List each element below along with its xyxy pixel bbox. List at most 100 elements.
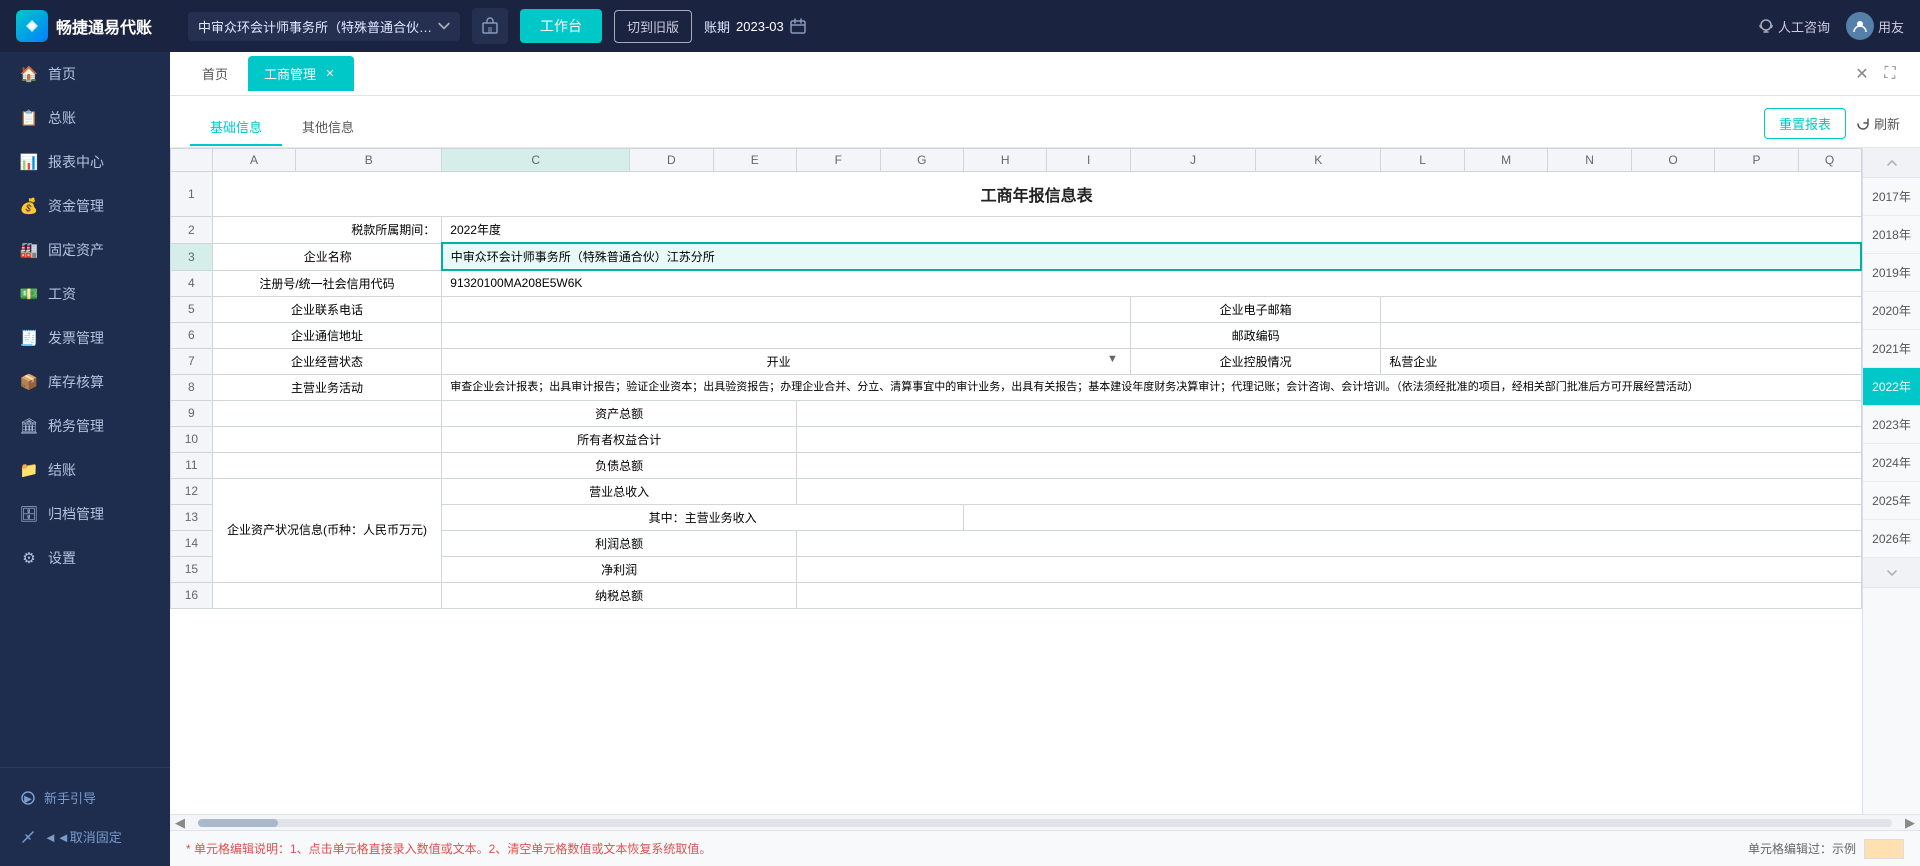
col-header-g[interactable]: G <box>880 149 963 172</box>
new-guide-button[interactable]: ▶ 新手引导 <box>0 778 170 817</box>
edit-hint: * 单元格编辑说明：1、点击单元格直接录入数值或文本。2、清空单元格数值或文本恢… <box>186 840 711 857</box>
col-header-a[interactable]: A <box>212 149 295 172</box>
sidebar: 🏠 首页 📋 总账 📊 报表中心 💰 资金管理 🏭 固定资产 💵 工资 🧾 发票… <box>0 52 170 866</box>
cell-11-value[interactable] <box>797 452 1861 478</box>
col-header-d[interactable]: D <box>630 149 713 172</box>
col-header-q[interactable]: Q <box>1798 149 1861 172</box>
headset-icon <box>1758 18 1774 34</box>
sidebar-item-invoice[interactable]: 🧾 发票管理 <box>0 316 170 360</box>
expand-window-button[interactable]: ⛶ <box>1876 60 1904 88</box>
cell-2-ab: 税款所属期间： <box>212 217 442 244</box>
row-num-11: 11 <box>171 452 213 478</box>
cell-4-value[interactable]: 91320100MA208E5W6K <box>442 270 1861 296</box>
col-header-m[interactable]: M <box>1464 149 1547 172</box>
cell-6-zip[interactable] <box>1381 322 1861 348</box>
spreadsheet-main[interactable]: A B C D E F G H I J <box>170 148 1862 814</box>
scroll-thumb[interactable] <box>198 819 278 827</box>
col-header-h[interactable]: H <box>963 149 1046 172</box>
cell-10-value[interactable] <box>797 426 1861 452</box>
col-header-o[interactable]: O <box>1631 149 1714 172</box>
subtab-basic-info[interactable]: 基础信息 <box>190 109 282 146</box>
user-menu[interactable]: 用友 <box>1846 12 1904 40</box>
year-item-2019年[interactable]: 2019年 <box>1863 254 1920 292</box>
col-header-p[interactable]: P <box>1715 149 1798 172</box>
year-item-2020年[interactable]: 2020年 <box>1863 292 1920 330</box>
unpin-button[interactable]: ◄◄取消固定 <box>0 817 170 856</box>
col-header-l[interactable]: L <box>1381 149 1464 172</box>
cell-12-value[interactable] <box>797 478 1861 504</box>
sidebar-item-label: 首页 <box>48 64 76 84</box>
col-header-n[interactable]: N <box>1548 149 1631 172</box>
app-name: 畅捷通易代账 <box>56 14 152 38</box>
horizontal-scrollbar[interactable]: ◀ ▶ <box>170 814 1920 830</box>
row-num-8: 8 <box>171 374 213 400</box>
col-header-k[interactable]: K <box>1256 149 1381 172</box>
table-row: 11 负债总额 <box>171 452 1862 478</box>
company-icon-button[interactable] <box>472 8 508 44</box>
scroll-right-button[interactable]: ▶ <box>1900 815 1920 831</box>
service-button[interactable]: 人工咨询 <box>1758 17 1830 36</box>
cell-9-value[interactable] <box>797 400 1861 426</box>
col-header-f[interactable]: F <box>797 149 880 172</box>
year-item-2025年[interactable]: 2025年 <box>1863 482 1920 520</box>
col-header-c[interactable]: C <box>442 149 630 172</box>
sidebar-item-archive[interactable]: 🗄 归档管理 <box>0 492 170 536</box>
tab-close-icon[interactable]: ✕ <box>322 66 338 82</box>
cell-5-email[interactable] <box>1381 296 1861 322</box>
cell-15-value[interactable] <box>797 556 1861 582</box>
sidebar-item-fund-management[interactable]: 💰 资金管理 <box>0 184 170 228</box>
col-header-i[interactable]: I <box>1047 149 1130 172</box>
company-selector[interactable]: 中审众环会计师事务所（特殊普通合伙… <box>188 12 460 41</box>
sidebar-item-fixed-assets[interactable]: 🏭 固定资产 <box>0 228 170 272</box>
sidebar-item-report-center[interactable]: 📊 报表中心 <box>0 140 170 184</box>
year-down-button[interactable] <box>1863 558 1920 588</box>
subtab-other-info[interactable]: 其他信息 <box>282 109 374 146</box>
sidebar-item-home[interactable]: 🏠 首页 <box>0 52 170 96</box>
sidebar-item-general-ledger[interactable]: 📋 总账 <box>0 96 170 140</box>
sidebar-item-tax[interactable]: 🏛 税务管理 <box>0 404 170 448</box>
spreadsheet-table: A B C D E F G H I J <box>170 148 1862 609</box>
sidebar-item-label: 税务管理 <box>48 416 104 436</box>
year-item-2022年[interactable]: 2022年 <box>1863 368 1920 406</box>
sidebar-item-closing[interactable]: 📁 结账 <box>0 448 170 492</box>
cell-6-addr[interactable] <box>442 322 1131 348</box>
table-title-cell[interactable]: 工商年报信息表 <box>212 172 1861 217</box>
cell-7-status[interactable]: 开业 ▼ <box>442 348 1131 374</box>
year-list: 2017年2018年2019年2020年2021年2022年2023年2024年… <box>1863 178 1920 558</box>
tab-home[interactable]: 首页 <box>186 56 244 91</box>
close-window-button[interactable]: ✕ <box>1848 60 1876 88</box>
col-header-e[interactable]: E <box>713 149 796 172</box>
page-content: 基础信息 其他信息 重置报表 刷新 <box>170 96 1920 866</box>
scroll-left-button[interactable]: ◀ <box>170 815 190 831</box>
cell-5-phone[interactable] <box>442 296 1131 322</box>
sidebar-item-settings[interactable]: ⚙ 设置 <box>0 536 170 580</box>
year-item-2018年[interactable]: 2018年 <box>1863 216 1920 254</box>
year-item-2023年[interactable]: 2023年 <box>1863 406 1920 444</box>
year-item-2026年[interactable]: 2026年 <box>1863 520 1920 558</box>
workbench-button[interactable]: 工作台 <box>520 9 602 43</box>
reset-button[interactable]: 重置报表 <box>1764 108 1846 139</box>
year-up-button[interactable] <box>1863 148 1920 178</box>
cell-3-value[interactable]: 中审众环会计师事务所（特殊普通合伙）江苏分所 <box>442 243 1861 270</box>
cell-8-value[interactable]: 审查企业会计报表；出具审计报告；验证企业资本；出具验资报告；办理企业合并、分立、… <box>442 374 1861 400</box>
sidebar-item-payroll[interactable]: 💵 工资 <box>0 272 170 316</box>
sidebar-item-inventory[interactable]: 📦 库存核算 <box>0 360 170 404</box>
refresh-button[interactable]: 刷新 <box>1856 108 1900 139</box>
tab-biz-management[interactable]: 工商管理 ✕ <box>248 56 354 91</box>
period-selector[interactable]: 账期 2023-03 <box>704 17 806 36</box>
scroll-track[interactable] <box>198 819 1892 827</box>
col-header-j[interactable]: J <box>1130 149 1255 172</box>
cell-7-control[interactable]: 私营企业 <box>1381 348 1861 374</box>
year-item-2024年[interactable]: 2024年 <box>1863 444 1920 482</box>
cell-14-value[interactable] <box>797 530 1861 556</box>
row-num-10: 10 <box>171 426 213 452</box>
win-controls: ✕ ⛶ <box>1848 60 1904 88</box>
year-item-2017年[interactable]: 2017年 <box>1863 178 1920 216</box>
year-item-2021年[interactable]: 2021年 <box>1863 330 1920 368</box>
cell-16-value[interactable] <box>797 582 1861 608</box>
cell-2-c[interactable]: 2022年度 <box>442 217 1861 244</box>
col-header-b[interactable]: B <box>296 149 442 172</box>
cell-13-value[interactable] <box>963 504 1861 530</box>
old-version-button[interactable]: 切到旧版 <box>614 10 692 43</box>
chevron-down-icon <box>1885 566 1899 580</box>
